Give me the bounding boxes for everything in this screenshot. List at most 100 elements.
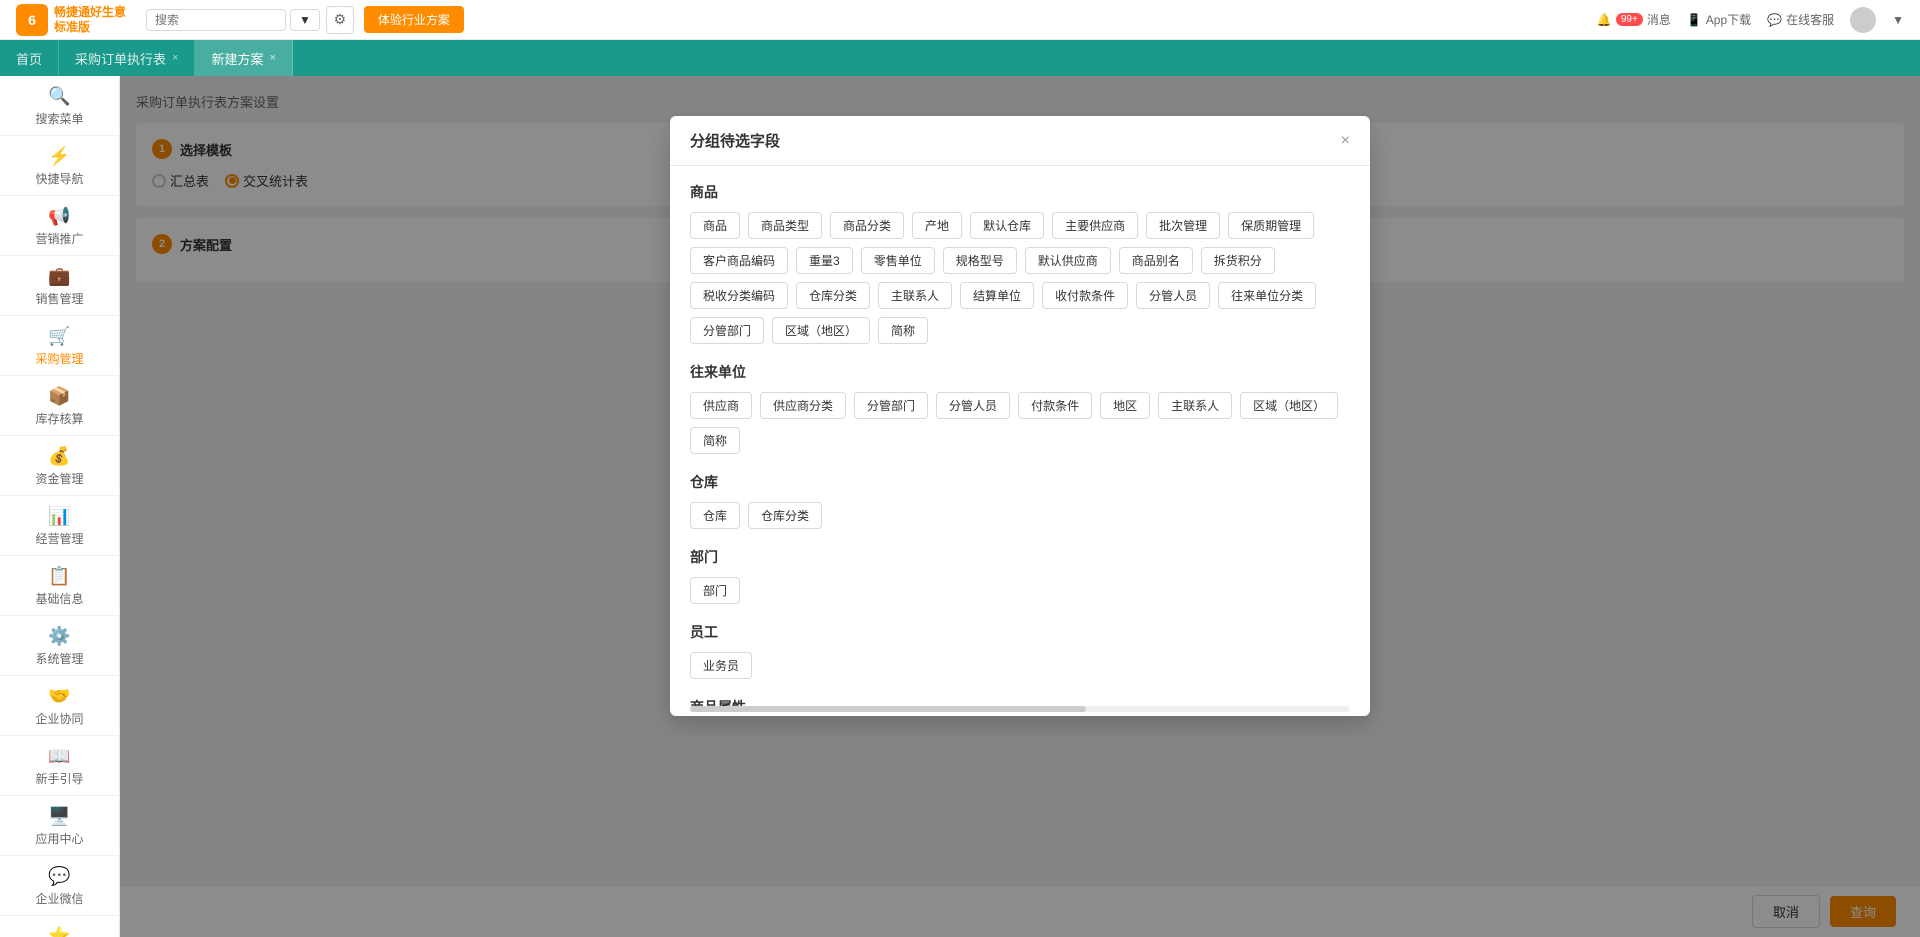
sidebar: 🔍 搜索菜单 ⚡ 快捷导航 📢 营销推广 💼 销售管理 🛒 采购管理 📦 库存核… [0, 76, 120, 937]
inventory-icon: 📦 [48, 386, 70, 407]
sidebar-item-system[interactable]: ⚙️ 系统管理 [0, 616, 119, 676]
bell-icon: 🔔 [1597, 13, 1612, 27]
sidebar-item-quick[interactable]: ⚡ 快捷导航 [0, 136, 119, 196]
field-tag[interactable]: 规格型号 [943, 247, 1017, 274]
sidebar-item-label: 采购管理 [35, 350, 83, 367]
gear-icon[interactable]: ⚙ [326, 6, 354, 34]
online-service-item[interactable]: 💬 在线客服 [1767, 11, 1834, 28]
sidebar-item-wechat[interactable]: 💬 企业微信 [0, 856, 119, 916]
avatar[interactable] [1850, 7, 1876, 33]
sidebar-item-label: 快捷导航 [35, 170, 83, 187]
field-tag[interactable]: 批次管理 [1146, 212, 1220, 239]
modal-title: 分组待选字段 [690, 130, 780, 151]
sidebar-item-purchase[interactable]: 🛒 采购管理 [0, 316, 119, 376]
guide-icon: 📖 [48, 746, 70, 767]
top-header: 6 畅捷通好生意 标准版 ▼ ⚙ 体验行业方案 🔔 99+ 消息 📱 App下载… [0, 0, 1920, 40]
field-tag[interactable]: 分管部门 [690, 317, 764, 344]
modal-horizontal-scrollbar[interactable] [690, 706, 1350, 712]
field-tag[interactable]: 客户商品编码 [690, 247, 788, 274]
sidebar-item-operation[interactable]: 📊 经营管理 [0, 496, 119, 556]
field-tag[interactable]: 业务员 [690, 652, 752, 679]
trial-button[interactable]: 体验行业方案 [364, 6, 464, 33]
field-tag[interactable]: 部门 [690, 577, 740, 604]
sidebar-item-enterprise[interactable]: 🤝 企业协同 [0, 676, 119, 736]
field-tag[interactable]: 商品类型 [748, 212, 822, 239]
field-tag[interactable]: 主要供应商 [1052, 212, 1138, 239]
sidebar-item-basic[interactable]: 📋 基础信息 [0, 556, 119, 616]
online-service-label: 在线客服 [1786, 11, 1834, 28]
field-tag[interactable]: 重量3 [796, 247, 853, 274]
sidebar-item-label: 新手引导 [35, 770, 83, 787]
sidebar-item-guide[interactable]: 📖 新手引导 [0, 736, 119, 796]
field-tag[interactable]: 分管部门 [854, 392, 928, 419]
sidebar-item-label: 营销推广 [35, 230, 83, 247]
field-tag[interactable]: 零售单位 [861, 247, 935, 274]
field-tag[interactable]: 保质期管理 [1228, 212, 1314, 239]
field-tag[interactable]: 产地 [912, 212, 962, 239]
logo-area: 6 畅捷通好生意 标准版 [16, 4, 136, 36]
sidebar-item-marketing[interactable]: 📢 营销推广 [0, 196, 119, 256]
purchase-icon: 🛒 [48, 326, 70, 347]
tab-new-plan[interactable]: 新建方案 × [195, 40, 292, 76]
enterprise-icon: 🤝 [48, 686, 70, 707]
field-tag[interactable]: 供应商分类 [760, 392, 846, 419]
field-tag[interactable]: 商品分类 [830, 212, 904, 239]
field-tag[interactable]: 默认供应商 [1025, 247, 1111, 274]
tab-new-plan-close[interactable]: × [269, 52, 275, 64]
sidebar-item-appcenter[interactable]: 🖥️ 应用中心 [0, 796, 119, 856]
sidebar-item-sales[interactable]: 💼 销售管理 [0, 256, 119, 316]
field-tag[interactable]: 商品别名 [1119, 247, 1193, 274]
basic-icon: 📋 [48, 566, 70, 587]
notification-item[interactable]: 🔔 99+ 消息 [1597, 11, 1671, 28]
section-employee-tags: 业务员 [690, 652, 1350, 679]
modal-close-button[interactable]: × [1341, 133, 1350, 149]
section-employee-title: 员工 [690, 622, 1350, 642]
tab-home[interactable]: 首页 [0, 40, 59, 76]
field-tag[interactable]: 收付款条件 [1042, 282, 1128, 309]
field-tag[interactable]: 仓库 [690, 502, 740, 529]
field-tag[interactable]: 分管人员 [936, 392, 1010, 419]
section-warehouse-tags: 仓库 仓库分类 [690, 502, 1350, 529]
field-tag[interactable]: 简称 [690, 427, 740, 454]
field-tag[interactable]: 仓库分类 [748, 502, 822, 529]
field-tag[interactable]: 供应商 [690, 392, 752, 419]
field-tag[interactable]: 区域（地区） [772, 317, 870, 344]
field-tag[interactable]: 仓库分类 [796, 282, 870, 309]
search-input[interactable] [146, 9, 286, 31]
field-tag[interactable]: 主联系人 [1158, 392, 1232, 419]
tab-purchase-order[interactable]: 采购订单执行表 × [59, 40, 195, 76]
modal-body: 商品 商品 商品类型 商品分类 产地 默认仓库 主要供应商 批次管理 保质期管理… [670, 166, 1370, 706]
field-tag[interactable]: 税收分类编码 [690, 282, 788, 309]
field-tag[interactable]: 往来单位分类 [1218, 282, 1316, 309]
sidebar-item-label: 经营管理 [35, 530, 83, 547]
field-tag[interactable]: 结算单位 [960, 282, 1034, 309]
tab-purchase-order-close[interactable]: × [172, 52, 178, 64]
logo-icon: 6 [16, 4, 48, 36]
header-dropdown[interactable]: ▼ [290, 9, 320, 31]
section-product-attr: 商品属性 属性 颜色 多规格 尺码 鞋码 1 [690, 697, 1350, 706]
field-tag[interactable]: 分管人员 [1136, 282, 1210, 309]
field-tag[interactable]: 简称 [878, 317, 928, 344]
field-tag[interactable]: 主联系人 [878, 282, 952, 309]
sidebar-item-member[interactable]: ⭐ 畅会员 [0, 916, 119, 937]
header-right: 🔔 99+ 消息 📱 App下载 💬 在线客服 ▼ [1597, 7, 1904, 33]
field-tag[interactable]: 区域（地区） [1240, 392, 1338, 419]
sidebar-item-label: 企业微信 [35, 890, 83, 907]
sidebar-item-inventory[interactable]: 📦 库存核算 [0, 376, 119, 436]
field-tag[interactable]: 付款条件 [1018, 392, 1092, 419]
modal-header: 分组待选字段 × [670, 116, 1370, 166]
marketing-icon: 📢 [48, 206, 70, 227]
sidebar-item-search[interactable]: 🔍 搜索菜单 [0, 76, 119, 136]
modal-field-select: 分组待选字段 × 商品 商品 商品类型 商品分类 产地 默认仓库 主要供应商 批… [670, 116, 1370, 716]
sidebar-item-finance[interactable]: 💰 资金管理 [0, 436, 119, 496]
section-product-attr-title: 商品属性 [690, 697, 1350, 706]
user-arrow[interactable]: ▼ [1892, 13, 1904, 27]
field-tag[interactable]: 地区 [1100, 392, 1150, 419]
field-tag[interactable]: 商品 [690, 212, 740, 239]
section-warehouse-title: 仓库 [690, 472, 1350, 492]
field-tag[interactable]: 拆货积分 [1201, 247, 1275, 274]
app-download-item[interactable]: 📱 App下载 [1687, 11, 1751, 28]
field-tag[interactable]: 默认仓库 [970, 212, 1044, 239]
section-partner-title: 往来单位 [690, 362, 1350, 382]
section-partner: 往来单位 供应商 供应商分类 分管部门 分管人员 付款条件 地区 主联系人 区域… [690, 362, 1350, 454]
